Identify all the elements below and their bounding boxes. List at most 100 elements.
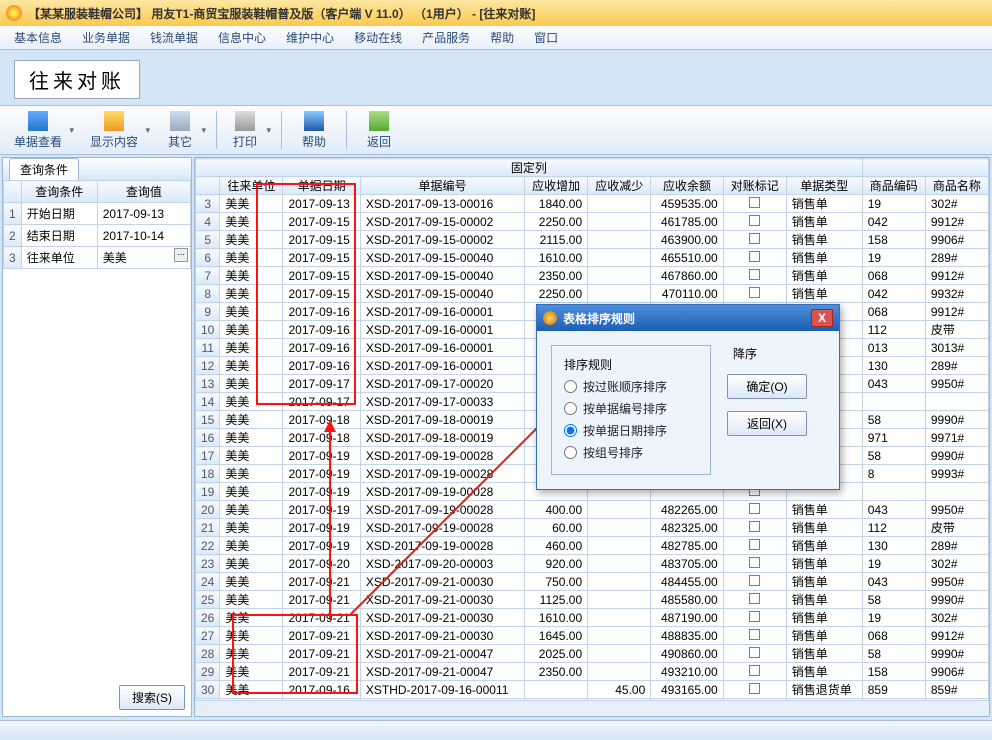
cell-flag[interactable] [723,537,786,555]
cell-flag[interactable] [723,519,786,537]
cell-flag[interactable] [723,501,786,519]
grid-col-2[interactable]: 单据日期 [283,177,360,195]
sort-option-0[interactable]: 按过账顺序排序 [564,378,698,395]
table-row[interactable]: 23美美2017-09-20XSD-2017-09-20-00003920.00… [196,555,989,573]
dialog-close-button[interactable]: X [811,309,833,327]
grid-col-0[interactable] [196,177,220,195]
cell-dec: 45.00 [588,681,651,699]
menu-基本信息[interactable]: 基本信息 [4,27,72,48]
grid-col-6[interactable]: 应收余额 [651,177,723,195]
cell-flag[interactable] [723,645,786,663]
cell-date: 2017-09-21 [283,645,360,663]
grid-col-7[interactable]: 对账标记 [723,177,786,195]
cell-code: 19 [862,609,925,627]
filter-value[interactable]: 美美⋯ [97,247,190,269]
menu-信息中心[interactable]: 信息中心 [208,27,276,48]
cell-flag[interactable] [723,267,786,285]
table-row[interactable]: 8美美2017-09-15XSD-2017-09-15-000402250.00… [196,285,989,303]
table-row[interactable]: 7美美2017-09-15XSD-2017-09-15-000402350.00… [196,267,989,285]
cell-flag[interactable] [723,627,786,645]
grid-col-10[interactable]: 商品名称 [925,177,988,195]
sort-option-2[interactable]: 按单据日期排序 [564,422,698,439]
cell-dec [588,285,651,303]
cell-flag[interactable] [723,285,786,303]
menu-窗口[interactable]: 窗口 [524,27,568,48]
grid-col-4[interactable]: 应收增加 [525,177,588,195]
toolbar-other[interactable]: 其它 [158,108,210,153]
cell-flag[interactable] [723,609,786,627]
sort-dialog: 表格排序规则 X 排序规则 按过账顺序排序按单据编号排序按单据日期排序按组号排序… [536,304,840,490]
desc-checkbox-row[interactable]: 降序 [727,345,757,362]
menubar: 基本信息业务单据钱流单据信息中心维护中心移动在线产品服务帮助窗口 [0,26,992,50]
filter-col: 查询值 [97,181,190,203]
grid-col-8[interactable]: 单据类型 [786,177,862,195]
cell-dec [588,213,651,231]
table-row[interactable]: 29美美2017-09-21XSD-2017-09-21-000472350.0… [196,663,989,681]
toolbar-print[interactable]: 打印 [223,108,275,153]
table-row[interactable]: 20美美2017-09-19XSD-2017-09-19-00028400.00… [196,501,989,519]
cell-flag[interactable] [723,231,786,249]
table-row[interactable]: 24美美2017-09-21XSD-2017-09-21-00030750.00… [196,573,989,591]
table-row[interactable]: 25美美2017-09-21XSD-2017-09-21-000301125.0… [196,591,989,609]
table-row[interactable]: 5美美2017-09-15XSD-2017-09-15-000022115.00… [196,231,989,249]
table-row[interactable]: 26美美2017-09-21XSD-2017-09-21-000301610.0… [196,609,989,627]
cell-flag[interactable] [723,195,786,213]
filter-value[interactable]: 2017-09-13 [97,203,190,225]
toolbar-back[interactable]: 返回 [353,108,405,153]
table-row[interactable]: 27美美2017-09-21XSD-2017-09-21-000301645.0… [196,627,989,645]
dialog-cancel-button[interactable]: 返回(X) [727,411,807,436]
cell-billno: XSD-2017-09-15-00002 [360,231,524,249]
cell-flag[interactable] [723,249,786,267]
filter-tab[interactable]: 查询条件 [9,158,79,180]
grid-col-3[interactable]: 单据编号 [360,177,524,195]
grid-col-5[interactable]: 应收减少 [588,177,651,195]
cell-flag[interactable] [723,573,786,591]
search-button[interactable]: 搜索(S) [119,685,185,710]
table-row[interactable]: 3美美2017-09-13XSD-2017-09-13-000161840.00… [196,195,989,213]
table-row[interactable]: 21美美2017-09-19XSD-2017-09-19-0002860.004… [196,519,989,537]
toolbar-help[interactable]: 帮助 [288,108,340,153]
cell-unit: 美美 [220,519,283,537]
grid-hscrollbar[interactable] [195,700,989,716]
menu-业务单据[interactable]: 业务单据 [72,27,140,48]
cell-type: 销售单 [786,537,862,555]
cell-flag[interactable] [723,681,786,699]
grid-col-9[interactable]: 商品编码 [862,177,925,195]
menu-帮助[interactable]: 帮助 [480,27,524,48]
table-row[interactable]: 6美美2017-09-15XSD-2017-09-15-000401610.00… [196,249,989,267]
radio-icon[interactable] [564,446,577,459]
table-row[interactable]: 22美美2017-09-19XSD-2017-09-19-00028460.00… [196,537,989,555]
menu-移动在线[interactable]: 移动在线 [344,27,412,48]
table-row[interactable]: 28美美2017-09-21XSD-2017-09-21-000472025.0… [196,645,989,663]
cell-flag[interactable] [723,591,786,609]
grid-col-1[interactable]: 往来单位 [220,177,283,195]
menu-产品服务[interactable]: 产品服务 [412,27,480,48]
cell-flag[interactable] [723,555,786,573]
dialog-titlebar[interactable]: 表格排序规则 X [537,305,839,331]
toolbar-bill-search[interactable]: 单据查看 [6,108,78,153]
cell-bal: 490860.00 [651,645,723,663]
menu-钱流单据[interactable]: 钱流单据 [140,27,208,48]
table-row[interactable]: 30美美2017-09-16XSTHD-2017-09-16-0001145.0… [196,681,989,699]
radio-icon[interactable] [564,402,577,415]
fieldset-legend: 排序规则 [564,358,612,372]
menu-维护中心[interactable]: 维护中心 [276,27,344,48]
checkbox-icon [749,251,760,262]
cell-flag[interactable] [723,213,786,231]
cell-dec [588,267,651,285]
radio-icon[interactable] [564,424,577,437]
cell-unit: 美美 [220,231,283,249]
cell-flag[interactable] [723,663,786,681]
toolbar-label: 显示内容 [90,133,138,150]
lookup-icon[interactable]: ⋯ [174,248,188,262]
table-row[interactable]: 4美美2017-09-15XSD-2017-09-15-000022250.00… [196,213,989,231]
radio-icon[interactable] [564,380,577,393]
cell-code: 58 [862,411,925,429]
toolbar-label: 单据查看 [14,133,62,150]
toolbar-show-content[interactable]: 显示内容 [82,108,154,153]
filter-value[interactable]: 2017-10-14 [97,225,190,247]
dialog-ok-button[interactable]: 确定(O) [727,374,807,399]
sort-option-1[interactable]: 按单据编号排序 [564,400,698,417]
sort-option-3[interactable]: 按组号排序 [564,444,698,461]
cell-billno: XSD-2017-09-13-00016 [360,195,524,213]
